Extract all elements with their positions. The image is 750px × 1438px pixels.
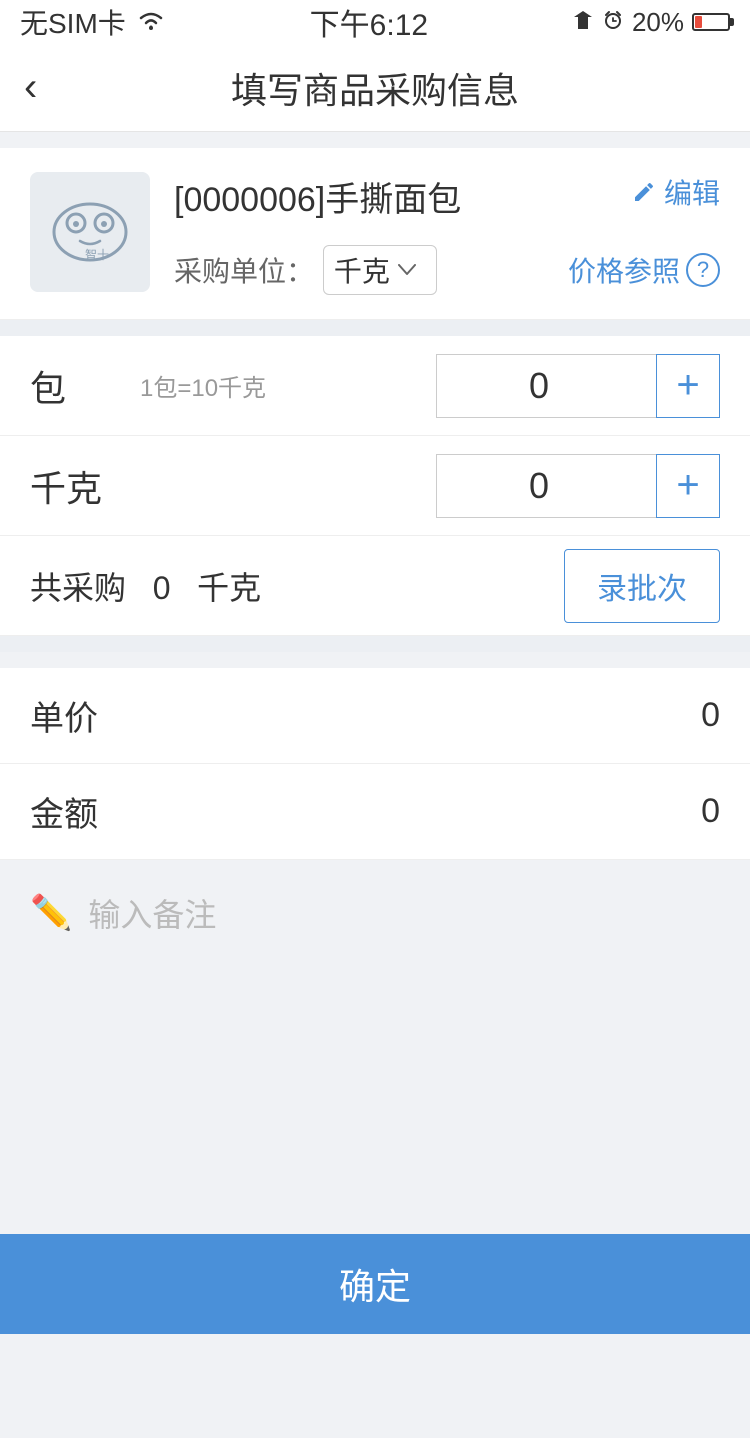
purchase-unit-row: 采购单位： 千克 价格参照 ? [174,245,720,295]
input-section: 包 1包=10千克 + 千克 + 共采购 0 千克 [0,336,750,636]
carrier-label: 无SIM卡 [20,2,126,42]
amount-value: 0 [701,792,720,831]
back-button[interactable]: ‹ [24,65,37,110]
unit-price-label: 单价 [30,691,98,740]
notes-section[interactable]: ✏️ 输入备注 [0,860,750,966]
amount-row: 金额 0 [0,764,750,860]
product-info: [0000006]手撕面包 编辑 采购单位： 千克 价格参 [174,172,720,295]
unit-price-value: 0 [701,696,720,735]
section-divider-2 [0,636,750,652]
status-time: 下午6:12 [310,0,428,44]
location-icon [572,7,594,38]
bao-plus-button[interactable]: + [656,354,720,418]
unit-select[interactable]: 千克 [323,245,437,295]
unit-price-row: 单价 0 [0,668,750,764]
bao-row: 包 1包=10千克 + [0,336,750,436]
edit-button[interactable]: 编辑 [632,172,720,212]
status-right: 20% [572,7,730,38]
confirm-bar[interactable]: 确定 [0,1234,750,1334]
battery-icon [692,13,730,31]
kg-label: 千克 [30,460,130,512]
price-ref-button[interactable]: 价格参照 ? [568,250,720,290]
product-name: [0000006]手撕面包 [174,172,632,221]
product-image: 智十 [30,172,150,292]
price-ref-help-icon: ? [686,253,720,287]
confirm-button[interactable]: 确定 [339,1258,411,1310]
bao-input[interactable] [436,354,656,418]
battery-percent: 20% [632,7,684,38]
total-row: 共采购 0 千克 录批次 [0,536,750,636]
amount-label: 金额 [30,787,98,836]
nav-bar: ‹ 填写商品采购信息 [0,44,750,132]
record-batch-button[interactable]: 录批次 [564,549,720,623]
kg-controls: + [436,454,720,518]
status-left: 无SIM卡 [20,2,166,42]
product-card: 智十 [0000006]手撕面包 编辑 采购单位： 千克 [0,148,750,320]
notes-placeholder: 输入备注 [88,890,216,936]
page-title: 填写商品采购信息 [231,62,519,114]
alarm-icon [602,7,624,38]
wifi-icon [136,6,166,38]
bao-sublabel: 1包=10千克 [140,368,436,403]
unit-section: 采购单位： 千克 [174,245,437,295]
svg-text:智十: 智十 [85,247,109,262]
total-text: 共采购 0 千克 [30,563,261,609]
bao-controls: + [436,354,720,418]
kg-row: 千克 + [0,436,750,536]
kg-plus-button[interactable]: + [656,454,720,518]
status-bar: 无SIM卡 下午6:12 20% [0,0,750,44]
product-header: [0000006]手撕面包 编辑 [174,172,720,221]
pencil-icon: ✏️ [30,893,72,933]
section-divider-1 [0,320,750,336]
price-section: 单价 0 金额 0 [0,668,750,860]
unit-label: 采购单位： [174,256,314,287]
bao-label: 包 [30,360,130,412]
kg-input[interactable] [436,454,656,518]
